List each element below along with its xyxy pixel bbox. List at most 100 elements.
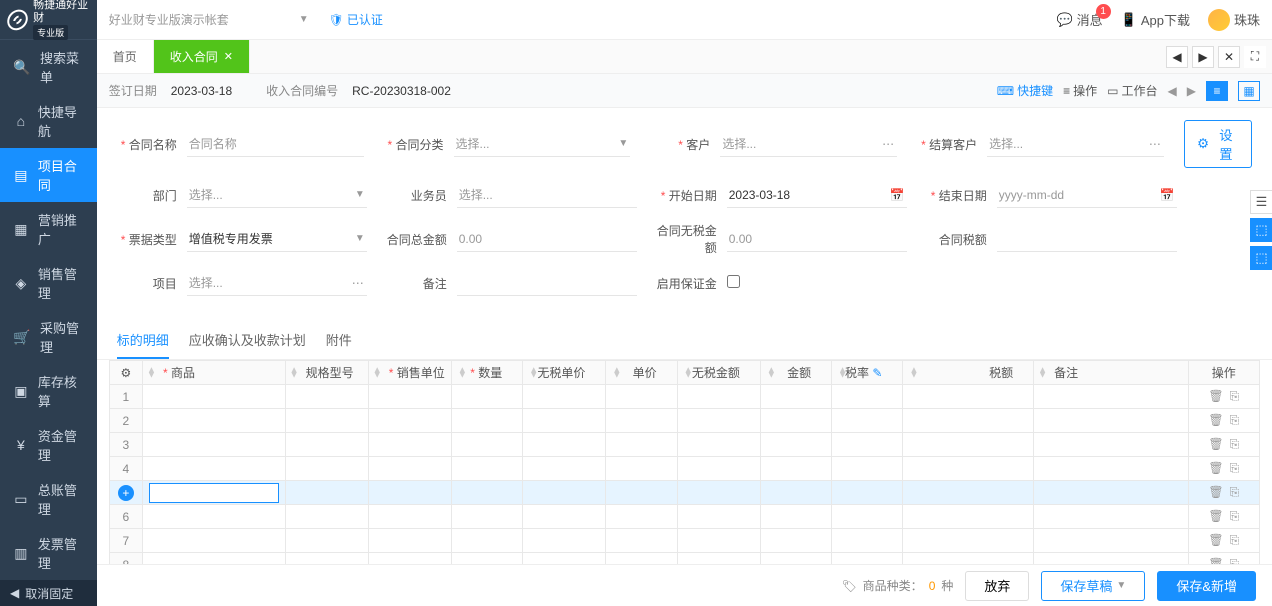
cell[interactable] <box>903 505 1034 529</box>
col-price[interactable]: ▲▼单价 <box>606 361 677 385</box>
delete-icon[interactable]: 🗑 <box>1208 557 1223 564</box>
operate-link[interactable]: ≡操作 <box>1063 82 1097 99</box>
cell[interactable] <box>903 457 1034 481</box>
sidebar-item-7[interactable]: ¥资金管理 <box>0 418 97 472</box>
cell[interactable] <box>285 505 368 529</box>
dtab-items[interactable]: 标的明细 <box>117 322 169 359</box>
deposit-checkbox[interactable] <box>727 275 740 288</box>
cell[interactable] <box>285 433 368 457</box>
contract-name-input[interactable]: 合同名称 <box>187 131 364 157</box>
cell[interactable] <box>368 553 451 565</box>
table-row[interactable]: 4🗑⎘ <box>109 457 1259 481</box>
project-select[interactable]: 选择...⋯ <box>187 270 367 296</box>
tab-prev-button[interactable]: ◀ <box>1166 46 1188 68</box>
sidebar-item-6[interactable]: ▣库存核算 <box>0 364 97 418</box>
cell[interactable] <box>832 553 903 565</box>
sidebar-item-0[interactable]: 🔍搜索菜单 <box>0 40 97 94</box>
remark-input[interactable] <box>457 270 637 296</box>
side-widget-2[interactable]: ⬚ <box>1250 218 1272 242</box>
delete-icon[interactable]: 🗑 <box>1208 485 1223 499</box>
cell[interactable] <box>606 433 677 457</box>
cell[interactable] <box>1034 409 1188 433</box>
cell[interactable] <box>451 553 522 565</box>
sidebar-item-5[interactable]: 🛒采购管理 <box>0 310 97 364</box>
sidebar-item-4[interactable]: ◈销售管理 <box>0 256 97 310</box>
delete-icon[interactable]: 🗑 <box>1208 533 1223 547</box>
cell[interactable] <box>1034 529 1188 553</box>
table-row[interactable]: 7🗑⎘ <box>109 529 1259 553</box>
cell[interactable] <box>606 457 677 481</box>
col-spec[interactable]: ▲▼规格型号 <box>285 361 368 385</box>
table-row[interactable]: 2🗑⎘ <box>109 409 1259 433</box>
cell[interactable] <box>285 481 368 505</box>
cell[interactable] <box>1034 457 1188 481</box>
cell[interactable] <box>1034 553 1188 565</box>
download-button[interactable]: 📱 App下载 <box>1121 10 1190 29</box>
shortcut-link[interactable]: ⌨快捷键 <box>997 82 1053 99</box>
copy-icon[interactable]: ⎘ <box>1230 557 1240 564</box>
cell[interactable] <box>451 481 522 505</box>
copy-icon[interactable]: ⎘ <box>1230 533 1240 547</box>
cell-product[interactable] <box>142 505 285 529</box>
table-row[interactable]: 8🗑⎘ <box>109 553 1259 565</box>
message-button[interactable]: 💬 消息 1 <box>1056 10 1102 29</box>
cell[interactable] <box>832 385 903 409</box>
cell-product[interactable] <box>142 481 285 505</box>
cell-product[interactable] <box>142 409 285 433</box>
dtab-attach[interactable]: 附件 <box>326 322 352 359</box>
cell[interactable] <box>903 385 1034 409</box>
cell-product[interactable] <box>142 457 285 481</box>
cell[interactable] <box>677 505 760 529</box>
cell[interactable] <box>285 457 368 481</box>
delete-icon[interactable]: 🗑 <box>1208 437 1223 451</box>
cell[interactable] <box>760 457 831 481</box>
end-date-input[interactable]: yyyy-mm-dd📅 <box>997 182 1177 208</box>
cell[interactable] <box>285 385 368 409</box>
cell[interactable] <box>903 529 1034 553</box>
cell[interactable] <box>832 505 903 529</box>
discard-button[interactable]: 放弃 <box>965 571 1029 601</box>
sidebar-item-3[interactable]: ▦营销推广 <box>0 202 97 256</box>
cell-product[interactable] <box>142 529 285 553</box>
tab-income-contract[interactable]: 收入合同 ✕ <box>154 40 250 73</box>
col-notax-price[interactable]: ▲▼无税单价 <box>523 361 606 385</box>
cell[interactable] <box>677 481 760 505</box>
cell[interactable] <box>523 385 606 409</box>
col-tax[interactable]: ▲▼税额 <box>903 361 1034 385</box>
cell[interactable] <box>606 529 677 553</box>
cell[interactable] <box>832 529 903 553</box>
sidebar-item-2[interactable]: ▤项目合同 <box>0 148 97 202</box>
cell[interactable] <box>368 457 451 481</box>
col-unit[interactable]: ▲▼* 销售单位 <box>368 361 451 385</box>
cell[interactable] <box>606 409 677 433</box>
sign-date-value[interactable]: 2023-03-18 <box>171 84 232 98</box>
side-widget-3[interactable]: ⬚ <box>1250 246 1272 270</box>
delete-icon[interactable]: 🗑 <box>1208 461 1223 475</box>
env-select[interactable]: 好业财专业版演示帐套 ▼ <box>109 11 309 28</box>
cell[interactable] <box>677 409 760 433</box>
tab-close-all-button[interactable]: ✕ <box>1218 46 1240 68</box>
fullscreen-button[interactable]: ⛶ <box>1244 46 1266 68</box>
cell[interactable] <box>523 433 606 457</box>
invoice-type-select[interactable]: 增值税专用发票▼ <box>187 226 367 252</box>
cell[interactable] <box>523 505 606 529</box>
view-card-button[interactable]: ▦ <box>1238 81 1260 101</box>
cell[interactable] <box>368 385 451 409</box>
copy-icon[interactable]: ⎘ <box>1230 485 1240 499</box>
cell[interactable] <box>760 529 831 553</box>
view-list-button[interactable]: ≡ <box>1206 81 1228 101</box>
sidebar-item-9[interactable]: ▥发票管理 <box>0 526 97 580</box>
cell[interactable] <box>903 409 1034 433</box>
cell[interactable] <box>368 409 451 433</box>
cell[interactable] <box>451 529 522 553</box>
cell[interactable] <box>285 553 368 565</box>
copy-icon[interactable]: ⎘ <box>1230 389 1240 403</box>
cell-product[interactable] <box>142 433 285 457</box>
cell-product[interactable] <box>142 385 285 409</box>
cell[interactable] <box>451 433 522 457</box>
copy-icon[interactable]: ⎘ <box>1230 509 1240 523</box>
salesman-select[interactable]: 选择... <box>457 182 637 208</box>
user-menu[interactable]: 珠珠 <box>1208 9 1260 31</box>
cell[interactable] <box>760 553 831 565</box>
cell[interactable] <box>451 385 522 409</box>
